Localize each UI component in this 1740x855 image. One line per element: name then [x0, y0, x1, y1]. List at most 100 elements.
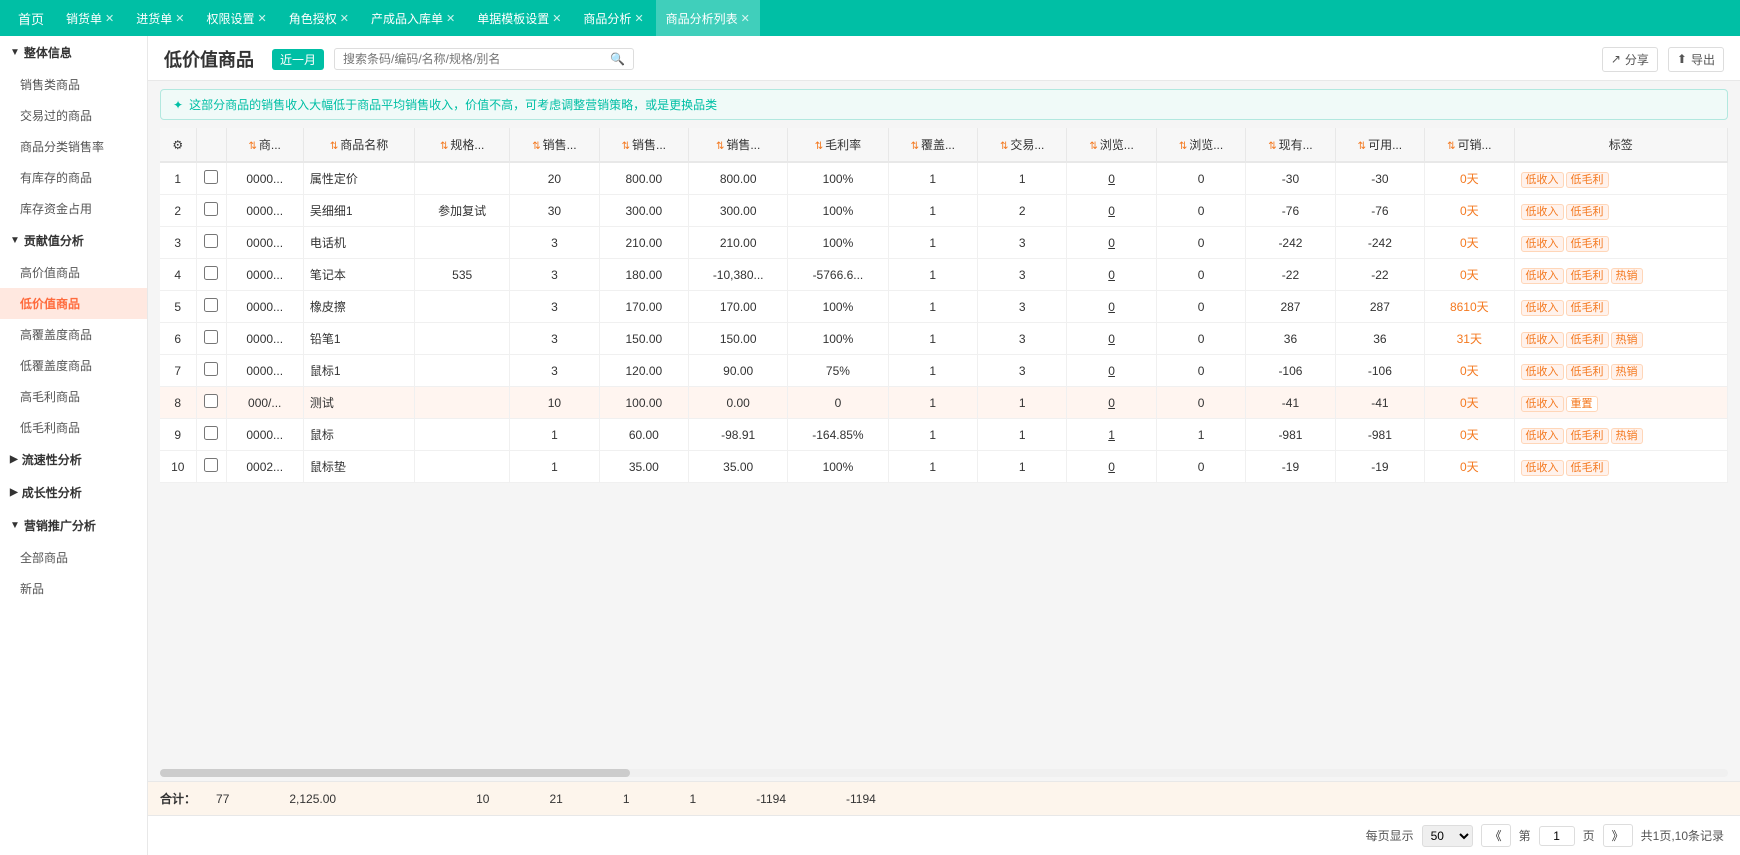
td-checkbox[interactable]	[196, 259, 226, 291]
th-sales3[interactable]: ⇅销售...	[689, 128, 788, 162]
nav-close-roles[interactable]: ✕	[340, 12, 349, 25]
col7-link[interactable]: 0	[1108, 460, 1115, 474]
td-col4: 0	[788, 387, 888, 419]
period-tag-button[interactable]: 近一月	[272, 49, 324, 70]
col7-link[interactable]: 0	[1108, 204, 1115, 218]
td-col4: -5766.6...	[788, 259, 888, 291]
arrow-contribution-icon: ▼	[10, 235, 20, 246]
td-col7[interactable]: 0	[1067, 195, 1156, 227]
th-current[interactable]: ⇅现有...	[1246, 128, 1335, 162]
sidebar-section-contribution[interactable]: ▼ 贡献值分析	[0, 224, 147, 257]
col7-link[interactable]: 0	[1108, 364, 1115, 378]
nav-purchase[interactable]: 进货单 ✕	[126, 0, 194, 36]
sidebar-item-stock-goods[interactable]: 有库存的商品	[0, 162, 147, 193]
sidebar-item-low-margin[interactable]: 低毛利商品	[0, 412, 147, 443]
col7-link[interactable]: 0	[1108, 332, 1115, 346]
th-spec[interactable]: ⇅规格...	[415, 128, 510, 162]
td-col7[interactable]: 0	[1067, 291, 1156, 323]
td-index: 2	[160, 195, 196, 227]
td-checkbox[interactable]	[196, 195, 226, 227]
th-available[interactable]: ⇅可用...	[1335, 128, 1424, 162]
col7-link[interactable]: 0	[1108, 268, 1115, 282]
th-views1[interactable]: ⇅浏览...	[1067, 128, 1156, 162]
col7-link[interactable]: 0	[1108, 396, 1115, 410]
sidebar-section-marketing[interactable]: ▼ 营销推广分析	[0, 509, 147, 542]
scrollbar-thumb[interactable]	[160, 769, 630, 777]
td-col7[interactable]: 0	[1067, 162, 1156, 195]
sidebar-item-high-margin[interactable]: 高毛利商品	[0, 381, 147, 412]
td-checkbox[interactable]	[196, 227, 226, 259]
th-margin[interactable]: ⇅毛利率	[788, 128, 888, 162]
sidebar-item-low-value[interactable]: 低价值商品	[0, 288, 147, 319]
nav-close-sales[interactable]: ✕	[105, 12, 114, 25]
search-input[interactable]	[343, 52, 606, 66]
sidebar-item-low-coverage[interactable]: 低覆盖度商品	[0, 350, 147, 381]
share-button[interactable]: ↗ 分享	[1602, 47, 1658, 72]
td-col10: 287	[1335, 291, 1424, 323]
sidebar-item-all-goods[interactable]: 全部商品	[0, 542, 147, 573]
td-checkbox[interactable]	[196, 387, 226, 419]
nav-home[interactable]: 首页	[8, 0, 54, 36]
sidebar-item-category-sales[interactable]: 商品分类销售率	[0, 131, 147, 162]
nav-template[interactable]: 单据模板设置 ✕	[467, 0, 571, 36]
th-sales2[interactable]: ⇅销售...	[599, 128, 688, 162]
col7-link[interactable]: 0	[1108, 172, 1115, 186]
th-code[interactable]: ⇅商...	[226, 128, 303, 162]
td-col7[interactable]: 1	[1067, 419, 1156, 451]
sidebar-item-stock-capital[interactable]: 库存资金占用	[0, 193, 147, 224]
nav-goods-analysis-list[interactable]: 商品分析列表 ✕	[656, 0, 760, 36]
th-views2[interactable]: ⇅浏览...	[1156, 128, 1245, 162]
nav-permissions[interactable]: 权限设置 ✕	[196, 0, 276, 36]
sidebar-item-high-value[interactable]: 高价值商品	[0, 257, 147, 288]
prev-page-button[interactable]: 《	[1481, 824, 1511, 847]
td-checkbox[interactable]	[196, 451, 226, 483]
td-checkbox[interactable]	[196, 419, 226, 451]
td-checkbox[interactable]	[196, 355, 226, 387]
nav-close-goods-analysis-list[interactable]: ✕	[741, 12, 750, 25]
sidebar-item-sales-goods[interactable]: 销售类商品	[0, 69, 147, 100]
th-coverage[interactable]: ⇅覆盖...	[888, 128, 977, 162]
sidebar-section-growth[interactable]: ▶ 成长性分析	[0, 476, 147, 509]
sidebar-item-high-coverage[interactable]: 高覆盖度商品	[0, 319, 147, 350]
th-name[interactable]: ⇅商品名称	[303, 128, 414, 162]
td-col7[interactable]: 0	[1067, 227, 1156, 259]
nav-close-stock-in[interactable]: ✕	[446, 12, 455, 25]
th-saleable[interactable]: ⇅可销...	[1425, 128, 1514, 162]
td-col7[interactable]: 0	[1067, 355, 1156, 387]
td-col7[interactable]: 0	[1067, 323, 1156, 355]
sidebar-item-new-goods[interactable]: 新品	[0, 573, 147, 604]
table-wrapper[interactable]: ⚙ ⇅商... ⇅商品名称 ⇅规格... ⇅销售... ⇅销售... ⇅销售..…	[148, 128, 1740, 769]
th-transaction[interactable]: ⇅交易...	[977, 128, 1066, 162]
page-number-input[interactable]	[1539, 826, 1575, 846]
sidebar-section-overall[interactable]: ▼ 整体信息	[0, 36, 147, 69]
sidebar-section-velocity[interactable]: ▶ 流速性分析	[0, 443, 147, 476]
col7-link[interactable]: 1	[1108, 428, 1115, 442]
nav-close-purchase[interactable]: ✕	[175, 12, 184, 25]
nav-stock-in[interactable]: 产成品入库单 ✕	[361, 0, 465, 36]
td-checkbox[interactable]	[196, 323, 226, 355]
nav-close-template[interactable]: ✕	[552, 12, 561, 25]
td-col7[interactable]: 0	[1067, 387, 1156, 419]
col7-link[interactable]: 0	[1108, 236, 1115, 250]
nav-roles[interactable]: 角色授权 ✕	[279, 0, 359, 36]
th-sales1[interactable]: ⇅销售...	[510, 128, 599, 162]
td-col4: 100%	[788, 227, 888, 259]
th-settings[interactable]: ⚙	[160, 128, 196, 162]
footer-col5: 1	[623, 792, 630, 806]
horizontal-scrollbar[interactable]	[160, 769, 1728, 777]
export-button[interactable]: ⬆ 导出	[1668, 47, 1724, 72]
next-page-button[interactable]: 》	[1603, 824, 1633, 847]
nav-close-permissions[interactable]: ✕	[258, 12, 267, 25]
sidebar-item-traded-goods[interactable]: 交易过的商品	[0, 100, 147, 131]
td-days: 0天	[1425, 451, 1514, 483]
td-checkbox[interactable]	[196, 291, 226, 323]
col7-link[interactable]: 0	[1108, 300, 1115, 314]
td-col2: 35.00	[599, 451, 688, 483]
nav-sales[interactable]: 销货单 ✕	[56, 0, 124, 36]
nav-goods-analysis[interactable]: 商品分析 ✕	[573, 0, 653, 36]
td-col7[interactable]: 0	[1067, 451, 1156, 483]
nav-close-goods-analysis[interactable]: ✕	[634, 12, 643, 25]
per-page-select[interactable]: 50 100 200	[1422, 825, 1473, 847]
td-col7[interactable]: 0	[1067, 259, 1156, 291]
td-checkbox[interactable]	[196, 162, 226, 195]
